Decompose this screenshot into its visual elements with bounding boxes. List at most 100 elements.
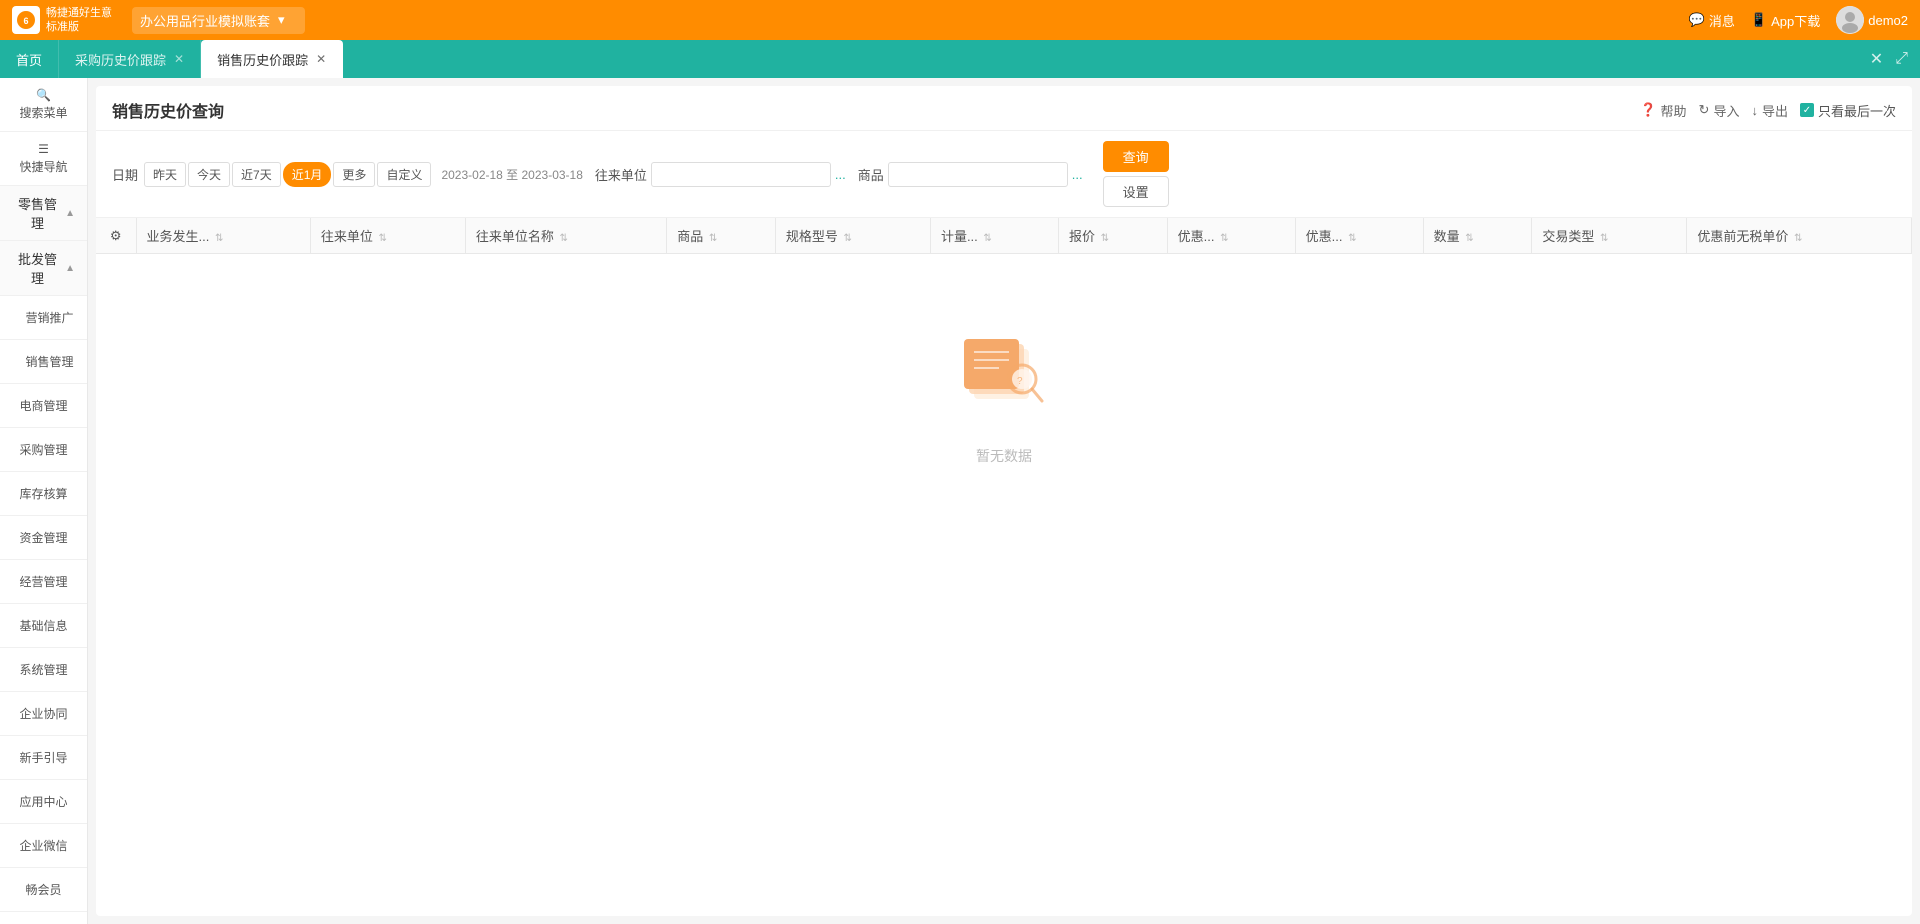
settings-btn[interactable]: 设置 xyxy=(1103,176,1169,207)
sidebar-member-label: 畅会员 xyxy=(25,881,61,898)
product-dots-btn[interactable]: ... xyxy=(1072,167,1083,182)
date-filter-group: 日期 昨天 今天 近7天 近1月 更多 自定义 2023-02-18 至 202… xyxy=(112,162,583,187)
sort-icon-discount2: ⇅ xyxy=(1348,233,1356,244)
sidebar-app-label: 应用中心 xyxy=(19,793,67,810)
partner-label: 往来单位 xyxy=(595,165,647,184)
product-input[interactable] xyxy=(888,162,1068,187)
svg-text:?: ? xyxy=(1017,376,1023,387)
product-filter-group: 商品 ... xyxy=(858,162,1083,187)
sort-icon-product: ⇅ xyxy=(709,233,717,244)
sidebar-item-app-center[interactable]: 应用中心 xyxy=(0,780,87,824)
date-label: 日期 xyxy=(112,165,138,184)
sidebar-item-new-guide[interactable]: 新手引导 xyxy=(0,736,87,780)
sort-icon-quote: ⇅ xyxy=(1101,233,1109,244)
sales-history-tab-close[interactable]: ✕ xyxy=(316,52,326,66)
col-partner-name[interactable]: 往来单位名称 ⇅ xyxy=(465,218,666,254)
sidebar-item-ecommerce[interactable]: 电商管理 xyxy=(0,384,87,428)
date-btn-7days[interactable]: 近7天 xyxy=(232,162,281,187)
page-title: 销售历史价查询 xyxy=(112,98,224,122)
col-settings[interactable]: ⚙ xyxy=(96,218,136,254)
sidebar-item-purchase[interactable]: 采购管理 xyxy=(0,428,87,472)
sort-icon-pre-tax-price: ⇅ xyxy=(1794,233,1802,244)
date-btn-yesterday[interactable]: 昨天 xyxy=(144,162,186,187)
sidebar-item-search-menu[interactable]: 🔍 搜索菜单 xyxy=(0,78,87,132)
sidebar-enterprise-label: 企业协同 xyxy=(19,705,67,722)
date-btn-custom[interactable]: 自定义 xyxy=(377,162,431,187)
col-quantity[interactable]: 数量 ⇅ xyxy=(1423,218,1532,254)
col-trade-type[interactable]: 交易类型 ⇅ xyxy=(1532,218,1687,254)
import-btn[interactable]: ↻ 导入 xyxy=(1699,101,1740,120)
date-btn-today[interactable]: 今天 xyxy=(188,162,230,187)
only-last-checkbox[interactable]: ✓ 只看最后一次 xyxy=(1800,101,1896,120)
search-icon: 🔍 xyxy=(36,88,51,102)
tab-sales-history[interactable]: 销售历史价跟踪 ✕ xyxy=(201,40,343,78)
sidebar-basic-label: 基础信息 xyxy=(19,617,67,634)
sidebar-item-finance[interactable]: 资金管理 xyxy=(0,516,87,560)
page-header: 销售历史价查询 ❓ 帮助 ↻ 导入 ↓ 导出 ✓ xyxy=(96,86,1912,131)
export-btn[interactable]: ↓ 导出 xyxy=(1751,101,1788,120)
page-card: 销售历史价查询 ❓ 帮助 ↻ 导入 ↓ 导出 ✓ xyxy=(96,86,1912,916)
sidebar-guide-label: 新手引导 xyxy=(19,749,67,766)
message-label: 消息 xyxy=(1709,11,1735,30)
home-tab-label: 首页 xyxy=(16,50,42,69)
sidebar-item-inventory[interactable]: 库存核算 xyxy=(0,472,87,516)
app-selector-label: 办公用品行业模拟账套 xyxy=(140,11,270,30)
col-unit[interactable]: 计量... ⇅ xyxy=(930,218,1058,254)
close-all-btn[interactable]: ✕ xyxy=(1870,49,1883,69)
col-discount2[interactable]: 优惠... ⇅ xyxy=(1295,218,1423,254)
partner-dots-btn[interactable]: ... xyxy=(835,167,846,182)
message-btn[interactable]: 💬 消息 xyxy=(1689,11,1735,30)
table-header-row: ⚙ 业务发生... ⇅ 往来单位 ⇅ 往来单位名称 ⇅ xyxy=(96,218,1912,254)
purchase-history-tab-label: 采购历史价跟踪 xyxy=(75,50,166,69)
checkbox-icon: ✓ xyxy=(1800,103,1814,117)
sort-icon-discount1: ⇅ xyxy=(1220,233,1228,244)
logo-icon: 6 xyxy=(12,6,40,34)
sidebar-section-wholesale[interactable]: 批发管理 ▲ xyxy=(0,241,87,296)
sidebar-item-basic-info[interactable]: 基础信息 xyxy=(0,604,87,648)
partner-input[interactable] xyxy=(651,162,831,187)
top-bar: 6 畅捷通好生意 标准版 办公用品行业模拟账套 ▾ 💬 消息 📱 App下载 xyxy=(0,0,1920,40)
sidebar-item-system[interactable]: 系统管理 xyxy=(0,648,87,692)
partner-filter-group: 往来单位 ... xyxy=(595,162,846,187)
date-range-text: 2023-02-18 至 2023-03-18 xyxy=(441,166,582,183)
date-options: 昨天 今天 近7天 近1月 更多 自定义 xyxy=(144,162,431,187)
sidebar-item-marketing[interactable]: 营销推广 xyxy=(0,296,87,340)
col-partner-code[interactable]: 往来单位 ⇅ xyxy=(310,218,465,254)
query-btn[interactable]: 查询 xyxy=(1103,141,1169,172)
sidebar-item-member[interactable]: 畅会员 xyxy=(0,868,87,912)
sidebar-item-wechat[interactable]: 企业微信 xyxy=(0,824,87,868)
sort-icon-trade-type: ⇅ xyxy=(1600,233,1608,244)
help-btn[interactable]: ❓ 帮助 xyxy=(1640,101,1686,120)
sort-icon-partner-code: ⇅ xyxy=(378,233,386,244)
maximize-btn[interactable]: ⤢ xyxy=(1895,50,1908,68)
sidebar-wholesale-label: 批发管理 xyxy=(12,249,63,287)
col-pre-tax-price[interactable]: 优惠前无税单价 ⇅ xyxy=(1687,218,1912,254)
col-discount1[interactable]: 优惠... ⇅ xyxy=(1167,218,1295,254)
data-table: ⚙ 业务发生... ⇅ 往来单位 ⇅ 往来单位名称 ⇅ xyxy=(96,218,1912,254)
purchase-history-tab-close[interactable]: ✕ xyxy=(174,52,184,66)
app-selector[interactable]: 办公用品行业模拟账套 ▾ xyxy=(132,7,305,34)
col-biz-date[interactable]: 业务发生... ⇅ xyxy=(136,218,310,254)
app-download-btn[interactable]: 📱 App下载 xyxy=(1751,11,1820,30)
date-btn-1month[interactable]: 近1月 xyxy=(283,162,332,187)
user-profile-btn[interactable]: demo2 xyxy=(1836,6,1908,34)
top-bar-actions: 💬 消息 📱 App下载 demo2 xyxy=(1689,6,1908,34)
sidebar-purchase-label: 采购管理 xyxy=(19,441,67,458)
tab-purchase-history[interactable]: 采购历史价跟踪 ✕ xyxy=(59,40,201,78)
table-area: ⚙ 业务发生... ⇅ 往来单位 ⇅ 往来单位名称 ⇅ xyxy=(96,218,1912,916)
filter-actions: 查询 设置 xyxy=(1103,141,1169,207)
logo: 6 畅捷通好生意 标准版 xyxy=(12,6,112,35)
sidebar-item-sales-mgmt[interactable]: 销售管理 xyxy=(0,340,87,384)
col-product[interactable]: 商品 ⇅ xyxy=(667,218,776,254)
sidebar-section-retail[interactable]: 零售管理 ▲ xyxy=(0,186,87,241)
sidebar-item-enterprise-collab[interactable]: 企业协同 xyxy=(0,692,87,736)
sidebar-item-biz[interactable]: 经营管理 xyxy=(0,560,87,604)
col-spec[interactable]: 规格型号 ⇅ xyxy=(775,218,930,254)
sort-icon-unit: ⇅ xyxy=(983,233,991,244)
col-quote[interactable]: 报价 ⇅ xyxy=(1058,218,1167,254)
sidebar-item-quick-nav[interactable]: ☰ 快捷导航 xyxy=(0,132,87,186)
chevron-down-icon: ▾ xyxy=(278,12,285,28)
date-btn-more[interactable]: 更多 xyxy=(333,162,375,187)
sidebar-retail-label: 零售管理 xyxy=(12,194,63,232)
tab-home[interactable]: 首页 xyxy=(0,40,59,78)
